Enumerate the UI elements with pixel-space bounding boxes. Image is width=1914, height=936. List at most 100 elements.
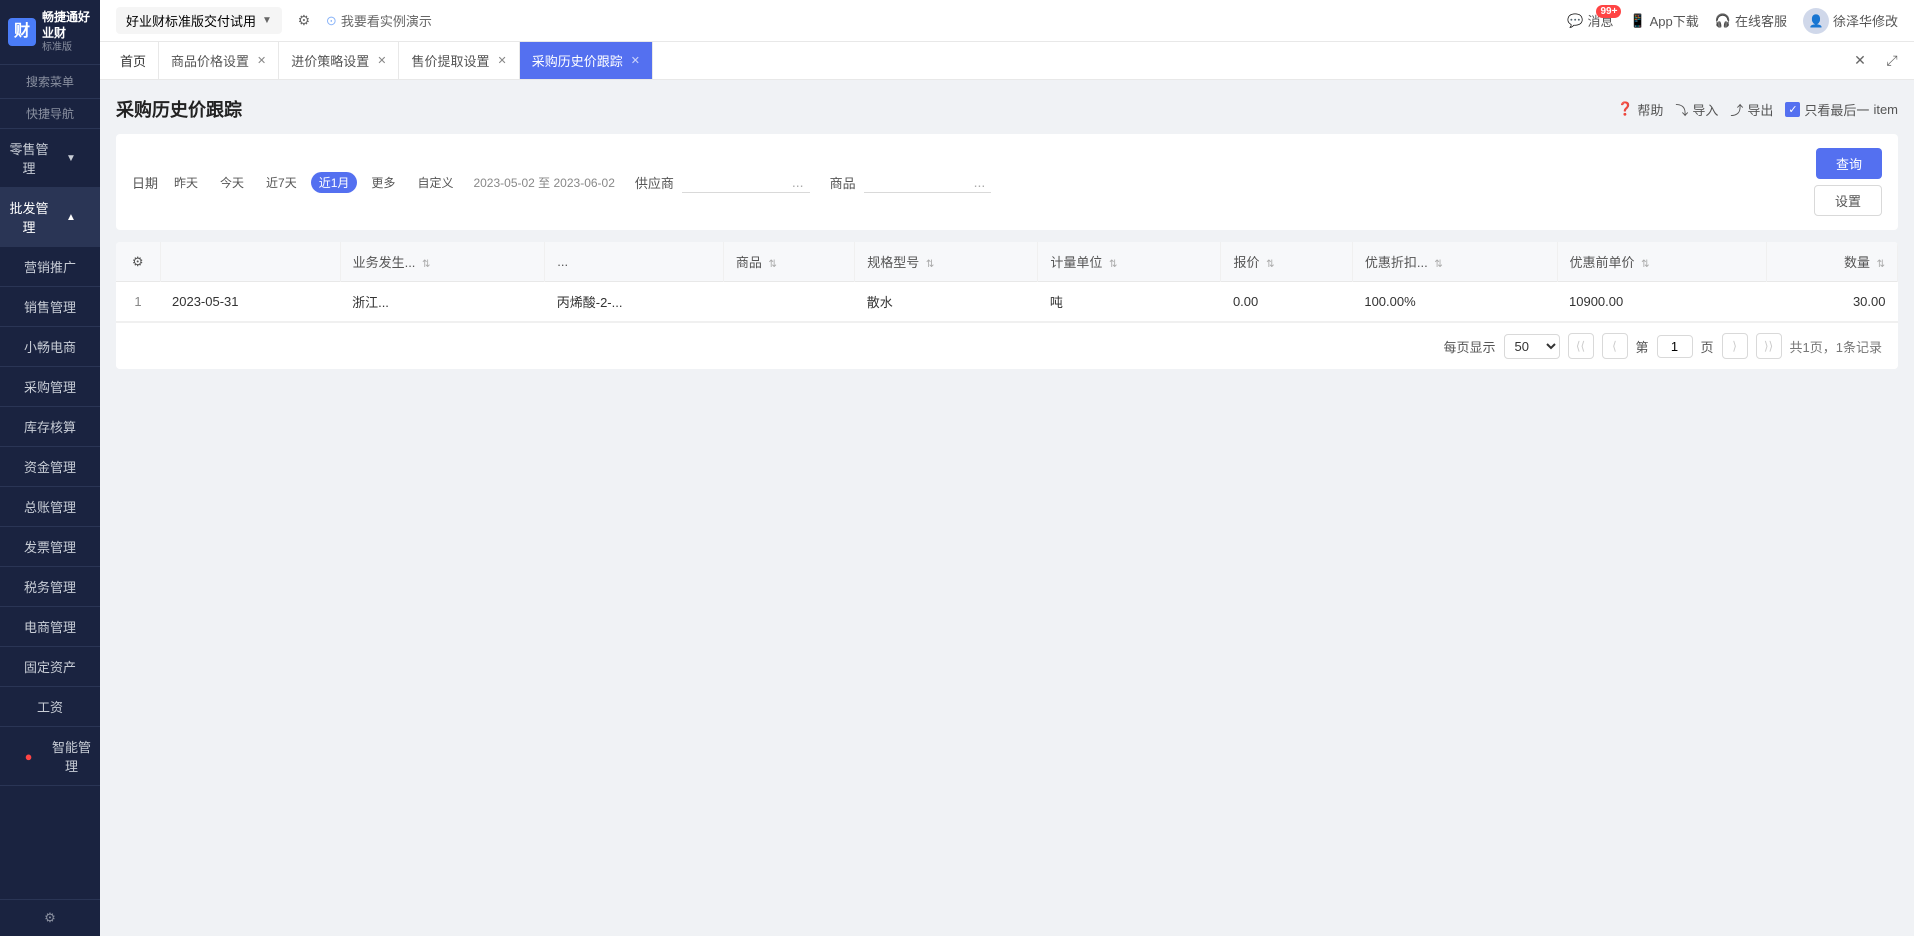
product-input[interactable] <box>870 174 970 189</box>
tab-home[interactable]: 首页 <box>108 42 159 80</box>
sidebar-item-salary[interactable]: 工资 <box>0 687 100 727</box>
demo-link[interactable]: ⊙ 我要看实例演示 <box>326 11 432 30</box>
close-tab-button[interactable]: ✕ <box>1846 47 1874 75</box>
tab-sale-extract[interactable]: 售价提取设置 ✕ <box>399 42 519 80</box>
row-unit: 散水 <box>855 282 1038 322</box>
query-button[interactable]: 查询 <box>1816 148 1882 179</box>
sidebar-item-retail[interactable]: 零售管理 ▼ <box>0 129 100 188</box>
sidebar-item-finance[interactable]: 资金管理 <box>0 447 100 487</box>
tab-price-settings[interactable]: 商品价格设置 ✕ <box>159 42 279 80</box>
gear-icon: ⚙ <box>298 12 311 29</box>
import-icon: ⤵ <box>1675 100 1688 119</box>
date-btn-last7days[interactable]: 近7天 <box>258 172 305 193</box>
quick-nav[interactable]: 快捷导航 <box>0 99 100 129</box>
close-icon[interactable]: ✕ <box>377 54 386 67</box>
product-filter-group: 商品 ... <box>830 172 992 193</box>
import-button[interactable]: ⤵ 导入 <box>1675 100 1718 119</box>
tabs-controls: ✕ ⤢ <box>1846 47 1906 75</box>
sort-icon: ⇅ <box>1266 259 1274 270</box>
last-page-button[interactable]: ⟩⟩ <box>1756 333 1782 359</box>
only-last-checkbox[interactable]: ✓ 只看最后一 item <box>1785 100 1898 119</box>
close-icon[interactable]: ✕ <box>631 54 640 67</box>
chevron-down-icon: ▼ <box>50 153 92 164</box>
tab-purchase-history-label: 采购历史价跟踪 <box>532 51 623 70</box>
date-options: 昨天 今天 近7天 近1月 更多 自定义 <box>166 172 461 193</box>
export-button[interactable]: ⤴ 导出 <box>1730 100 1773 119</box>
next-page-button[interactable]: ⟩ <box>1722 333 1748 359</box>
col-quantity[interactable]: 数量 ⇅ <box>1766 242 1897 282</box>
sidebar-item-smart-mgmt[interactable]: ● 智能管理 <box>0 727 100 786</box>
product-input-wrap: ... <box>864 172 992 193</box>
col-unit[interactable]: 计量单位 ⇅ <box>1038 242 1221 282</box>
message-badge: 99+ <box>1596 5 1621 18</box>
sidebar-item-purchase[interactable]: 采购管理 <box>0 367 100 407</box>
row-quantity: 30.00 <box>1766 282 1897 322</box>
filter-settings-button[interactable]: 设置 <box>1814 185 1882 216</box>
first-page-button[interactable]: ⟨⟨ <box>1568 333 1594 359</box>
date-btn-today[interactable]: 今天 <box>212 172 252 193</box>
product-filter-label: 商品 <box>830 173 856 192</box>
tab-purchase-history[interactable]: 采购历史价跟踪 ✕ <box>520 42 653 80</box>
product-more-button[interactable]: ... <box>974 174 986 190</box>
page-input[interactable] <box>1657 335 1693 358</box>
tab-purchase-strategy[interactable]: 进价策略设置 ✕ <box>279 42 399 80</box>
sidebar-item-tax[interactable]: 税务管理 <box>0 567 100 607</box>
sidebar-item-marketing[interactable]: 营销推广 <box>0 247 100 287</box>
topbar-settings-button[interactable]: ⚙ <box>290 7 318 35</box>
sidebar-item-wholesale[interactable]: 批发管理 ▲ <box>0 188 100 247</box>
user-menu[interactable]: 👤 徐泽华修改 <box>1803 8 1898 34</box>
sidebar: 财 畅捷通好业财 标准版 搜索菜单 快捷导航 零售管理 ▼ 批发管理 ▲ 营销推… <box>0 0 100 936</box>
tab-sale-extract-label: 售价提取设置 <box>411 51 489 70</box>
prev-page-button[interactable]: ⟨ <box>1602 333 1628 359</box>
help-button[interactable]: ❓ 帮助 <box>1617 100 1663 119</box>
sidebar-item-general-ledger[interactable]: 总账管理 <box>0 487 100 527</box>
app-name: 畅捷通好业财 <box>42 10 92 41</box>
app-download-button[interactable]: 📱 App下载 <box>1629 11 1698 30</box>
date-btn-yesterday[interactable]: 昨天 <box>166 172 206 193</box>
maximize-tab-button[interactable]: ⤢ <box>1878 47 1906 75</box>
col-quote[interactable]: 报价 ⇅ <box>1221 242 1352 282</box>
play-icon: ⊙ <box>326 13 337 29</box>
sidebar-settings[interactable]: ⚙ <box>0 899 100 936</box>
sidebar-item-ecom[interactable]: 电商管理 <box>0 607 100 647</box>
data-table-wrap: ⚙ 业务发生... ⇅ ... 商品 ⇅ <box>116 242 1898 369</box>
search-menu[interactable]: 搜索菜单 <box>0 65 100 99</box>
supplier-input-wrap: ... <box>682 172 810 193</box>
sidebar-item-ecom-small[interactable]: 小畅电商 <box>0 327 100 367</box>
online-service-button[interactable]: 🎧 在线客服 <box>1715 11 1787 30</box>
sort-icon: ⇅ <box>768 259 776 270</box>
row-supplier: 浙江... <box>340 282 545 322</box>
sidebar-item-invoice[interactable]: 发票管理 <box>0 527 100 567</box>
supplier-input[interactable] <box>688 174 788 189</box>
sidebar-item-inventory[interactable]: 库存核算 <box>0 407 100 447</box>
date-filter-group: 日期 昨天 今天 近7天 近1月 更多 自定义 2023-05-02 至 202… <box>132 172 615 193</box>
per-page-label: 每页显示 <box>1443 337 1495 356</box>
sidebar-item-fixed-assets[interactable]: 固定资产 <box>0 647 100 687</box>
gear-icon: ⚙ <box>44 910 56 925</box>
col-date[interactable]: 业务发生... ⇅ <box>340 242 545 282</box>
col-discount-pct[interactable]: 优惠折扣... ⇅ <box>1352 242 1557 282</box>
col-product[interactable]: 商品 ⇅ <box>723 242 854 282</box>
close-icon[interactable]: ✕ <box>257 54 266 67</box>
col-more[interactable]: ... <box>545 242 724 282</box>
close-icon[interactable]: ✕ <box>498 54 507 67</box>
col-pre-discount-price[interactable]: 优惠前单价 ⇅ <box>1557 242 1766 282</box>
col-settings[interactable]: ⚙ <box>116 242 160 282</box>
date-btn-custom[interactable]: 自定义 <box>409 172 461 193</box>
filter-action-buttons: 查询 设置 <box>1806 148 1882 216</box>
top-bar-right: 💬 消息 99+ 📱 App下载 🎧 在线客服 👤 徐泽华修改 <box>1567 8 1898 34</box>
date-btn-last1month[interactable]: 近1月 <box>311 172 358 193</box>
version-selector[interactable]: 好业财标准版交付试用 ▼ <box>116 7 282 34</box>
avatar: 👤 <box>1803 8 1829 34</box>
per-page-select[interactable]: 50 20 100 <box>1504 334 1560 359</box>
message-button[interactable]: 💬 消息 99+ <box>1567 11 1613 30</box>
supplier-more-button[interactable]: ... <box>792 174 804 190</box>
top-bar-left: 好业财标准版交付试用 ▼ ⚙ ⊙ 我要看实例演示 <box>116 7 432 35</box>
page-suffix: 页 <box>1701 337 1714 356</box>
help-icon: ❓ <box>1617 101 1633 117</box>
sidebar-item-sales[interactable]: 销售管理 <box>0 287 100 327</box>
date-btn-more[interactable]: 更多 <box>363 172 403 193</box>
app-logo: 财 畅捷通好业财 标准版 <box>0 0 100 65</box>
col-spec[interactable]: 规格型号 ⇅ <box>855 242 1038 282</box>
data-table: ⚙ 业务发生... ⇅ ... 商品 ⇅ <box>116 242 1898 322</box>
